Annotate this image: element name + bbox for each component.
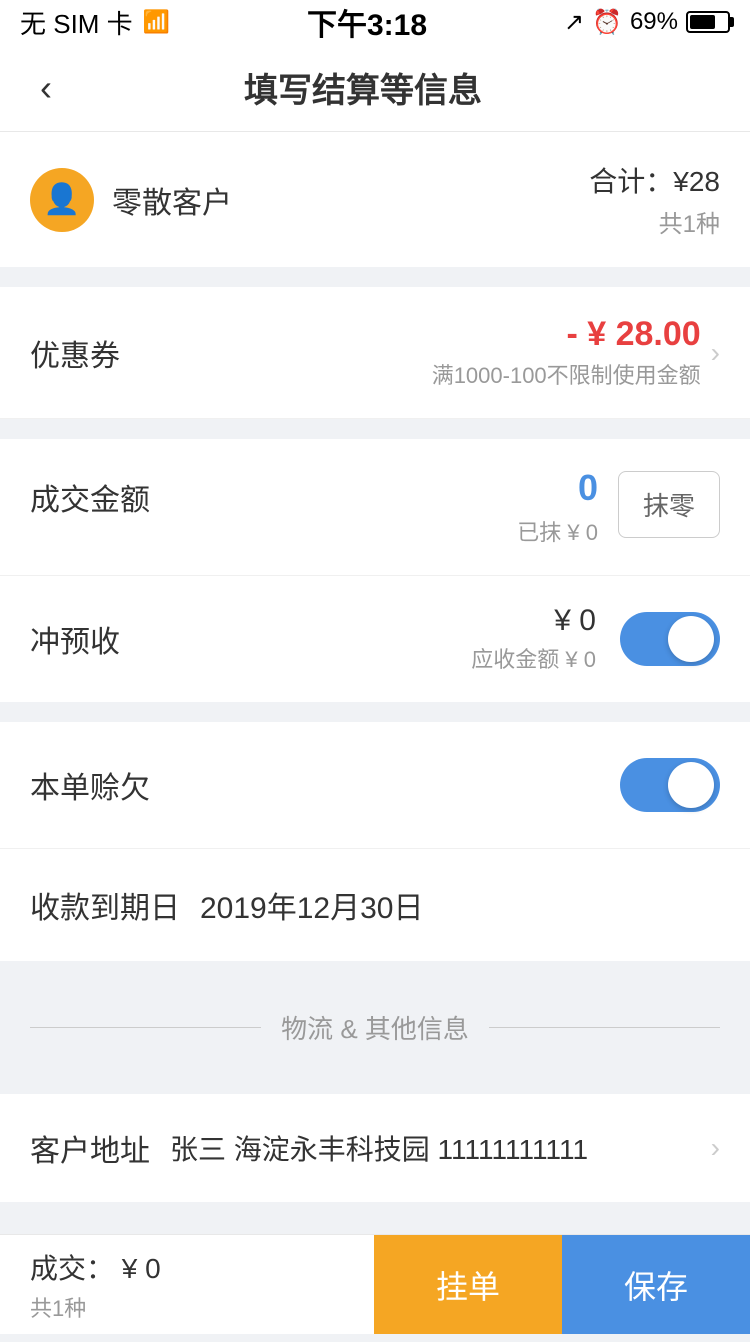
prepay-row: 冲预收 ¥ 0 应收金额 ¥ 0 <box>0 576 750 702</box>
back-button[interactable]: ‹ <box>30 57 62 119</box>
customer-row: 👤 零散客户 合计：¥28 共1种 <box>0 132 750 267</box>
customer-avatar: 👤 <box>30 168 94 232</box>
carrier-text: 无 SIM 卡 <box>20 4 133 41</box>
amount-value: 0 <box>517 467 598 509</box>
address-chevron-icon: › <box>711 1132 720 1164</box>
coupon-chevron-icon: › <box>711 337 720 369</box>
credit-toggle-knob <box>668 762 714 808</box>
status-bar: 无 SIM 卡 📶 下午3:18 ↗ ⏰ 69% <box>0 0 750 44</box>
bottom-deal-amount: ¥ 0 <box>122 1253 161 1284</box>
status-left: 无 SIM 卡 📶 <box>20 4 170 41</box>
address-label: 客户地址 <box>30 1126 150 1170</box>
duedate-row: 收款到期日 2019年12月30日 <box>0 849 750 961</box>
customer-left: 👤 零散客户 <box>30 168 232 232</box>
coupon-row[interactable]: 优惠券 - ¥ 28.00 满1000-100不限制使用金额 › <box>0 287 750 419</box>
coupon-right: - ¥ 28.00 满1000-100不限制使用金额 › <box>432 315 720 390</box>
credit-label: 本单赊欠 <box>30 763 150 807</box>
bottom-count: 共1种 <box>30 1291 344 1323</box>
customer-total: 合计：¥28 <box>589 160 720 200</box>
battery-icon <box>686 11 730 33</box>
customer-section: 👤 零散客户 合计：¥28 共1种 <box>0 132 750 267</box>
prepay-right: ¥ 0 应收金额 ¥ 0 <box>471 604 720 674</box>
wifi-icon: 📶 <box>143 9 170 35</box>
prepay-label: 冲预收 <box>30 617 120 661</box>
amount-row: 成交金额 0 已抹 ¥ 0 抹零 <box>0 439 750 576</box>
amount-deducted: 已抹 ¥ 0 <box>517 515 598 547</box>
bottom-bar: 成交： ¥ 0 共1种 挂单 保存 <box>0 1234 750 1334</box>
save-button[interactable]: 保存 <box>562 1235 750 1334</box>
divider-line-right <box>489 1027 720 1028</box>
prepay-toggle[interactable] <box>620 612 720 666</box>
duedate-value: 2019年12月30日 <box>200 883 423 927</box>
amount-value-wrap: 0 已抹 ¥ 0 <box>517 467 598 547</box>
logistics-divider-text: 物流 & 其他信息 <box>281 1009 469 1046</box>
battery-percent: 69% <box>630 8 678 36</box>
credit-toggle[interactable] <box>620 758 720 812</box>
address-value: 张三 海淀永丰科技园 11111111111 <box>170 1128 711 1168</box>
address-section: 客户地址 张三 海淀永丰科技园 11111111111 › <box>0 1094 750 1202</box>
hold-button[interactable]: 挂单 <box>374 1235 562 1334</box>
status-time: 下午3:18 <box>307 0 427 44</box>
logistics-section: 物流 & 其他信息 <box>0 981 750 1074</box>
coupon-info: - ¥ 28.00 满1000-100不限制使用金额 <box>432 315 701 390</box>
transaction-section: 成交金额 0 已抹 ¥ 0 抹零 冲预收 ¥ 0 应收金额 ¥ 0 <box>0 439 750 702</box>
logistics-divider: 物流 & 其他信息 <box>0 981 750 1074</box>
avatar-icon: 👤 <box>43 182 80 217</box>
customer-name: 零散客户 <box>112 178 232 222</box>
prepay-amount: ¥ 0 <box>471 604 596 638</box>
bottom-deal-label: 成交： <box>30 1253 114 1284</box>
prepay-receivable: 应收金额 ¥ 0 <box>471 642 596 674</box>
toggle-knob <box>668 616 714 662</box>
status-right: ↗ ⏰ 69% <box>564 8 730 37</box>
coupon-section: 优惠券 - ¥ 28.00 满1000-100不限制使用金额 › <box>0 287 750 419</box>
coupon-desc: 满1000-100不限制使用金额 <box>432 358 701 390</box>
location-icon: ↗ <box>564 8 584 37</box>
nav-bar: ‹ 填写结算等信息 <box>0 44 750 132</box>
duedate-label: 收款到期日 <box>30 883 180 927</box>
prepay-info: ¥ 0 应收金额 ¥ 0 <box>471 604 596 674</box>
credit-row: 本单赊欠 <box>0 722 750 849</box>
round-button[interactable]: 抹零 <box>618 471 720 538</box>
coupon-amount: - ¥ 28.00 <box>432 315 701 354</box>
coupon-label: 优惠券 <box>30 331 120 375</box>
page-title: 填写结算等信息 <box>62 63 664 112</box>
amount-right: 0 已抹 ¥ 0 抹零 <box>517 467 720 547</box>
address-row[interactable]: 客户地址 张三 海淀永丰科技园 11111111111 › <box>0 1094 750 1202</box>
customer-right: 合计：¥28 共1种 <box>589 160 720 239</box>
alarm-icon: ⏰ <box>592 8 622 37</box>
bottom-info: 成交： ¥ 0 共1种 <box>0 1247 374 1323</box>
customer-count: 共1种 <box>589 204 720 239</box>
bottom-deal-line: 成交： ¥ 0 <box>30 1247 344 1287</box>
divider-line-left <box>30 1027 261 1028</box>
amount-label: 成交金额 <box>30 467 150 519</box>
credit-section: 本单赊欠 收款到期日 2019年12月30日 <box>0 722 750 961</box>
